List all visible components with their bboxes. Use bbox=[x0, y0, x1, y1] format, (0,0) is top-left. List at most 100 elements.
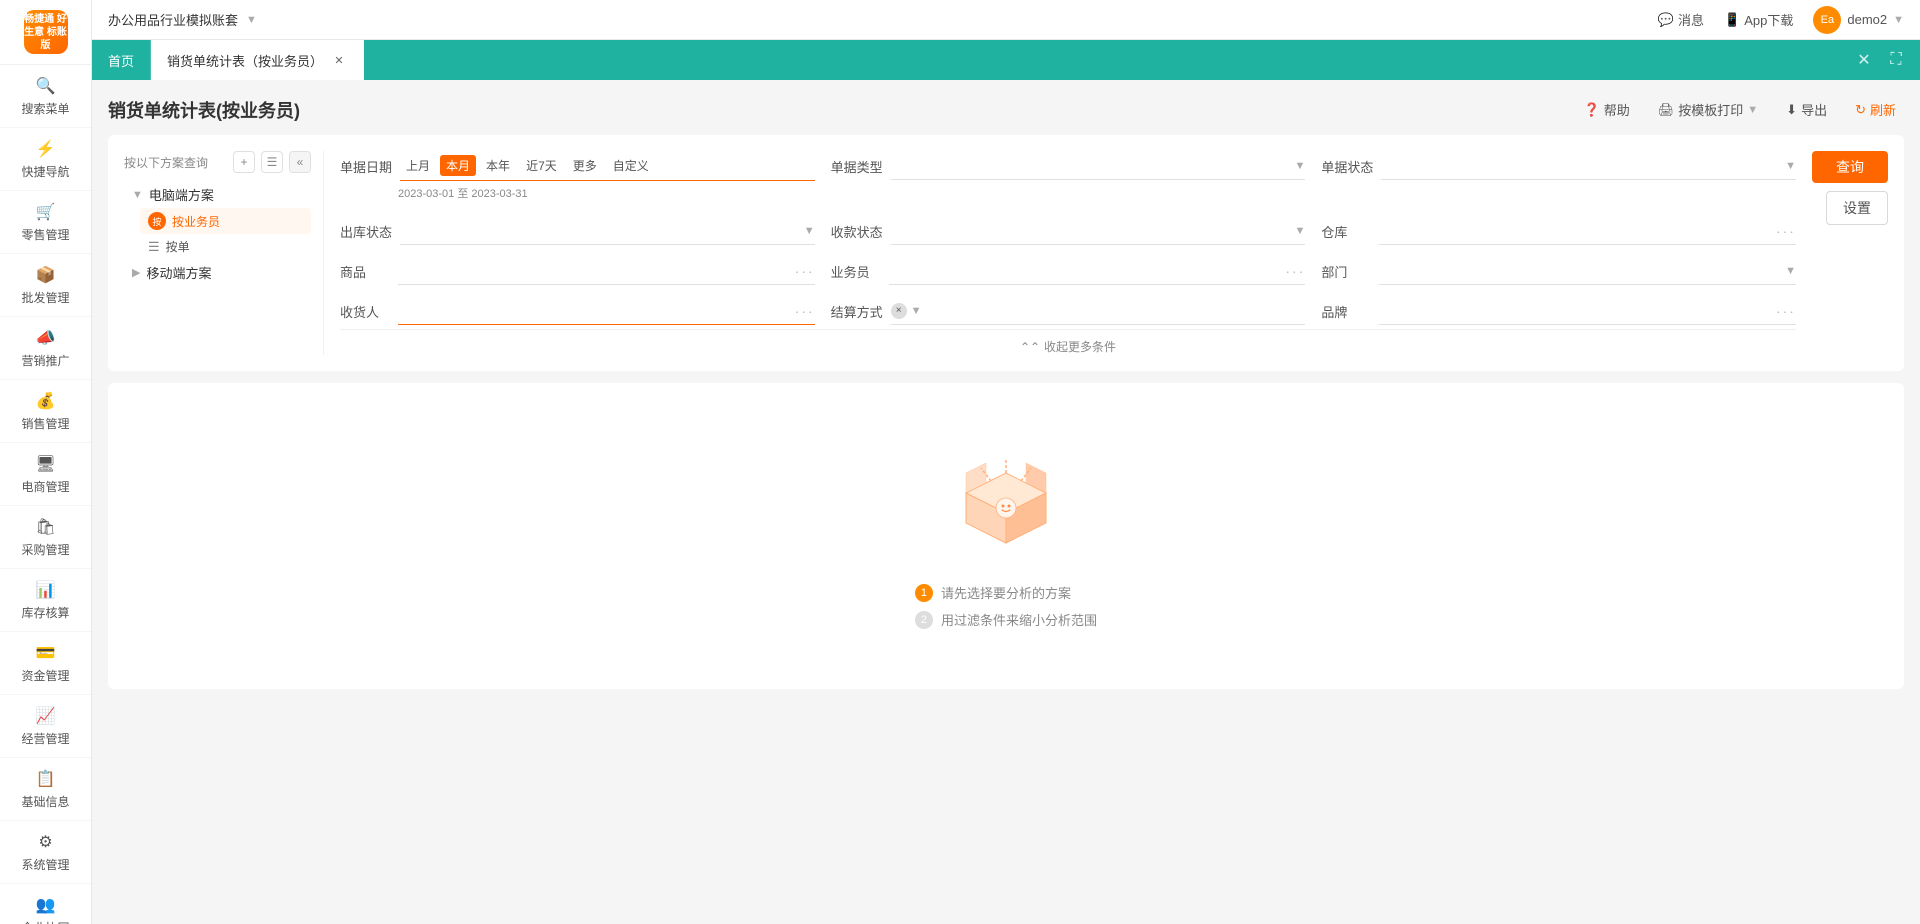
goods-control[interactable]: ··· bbox=[398, 257, 815, 285]
sidebar-item-operation[interactable]: 📈 经营管理 bbox=[0, 695, 91, 758]
warehouse-dots-icon[interactable]: ··· bbox=[1776, 223, 1796, 239]
doc-status-control[interactable]: ▼ bbox=[1381, 152, 1796, 180]
search-icon: 🔍 bbox=[35, 75, 57, 97]
date-last-7days[interactable]: 近7天 bbox=[520, 155, 563, 176]
empty-state: 1 请先选择要分析的方案 2 用过滤条件来缩小分析范围 bbox=[108, 383, 1904, 689]
filter-panel: 按以下方案查询 + ☰ « ▼ 电脑端方案 bbox=[108, 135, 1904, 371]
sidebar-item-wholesale[interactable]: 📦 批发管理 bbox=[0, 254, 91, 317]
goods-label: 商品 bbox=[340, 262, 390, 281]
warehouse-control[interactable]: ··· bbox=[1379, 217, 1796, 245]
settlement-control[interactable]: × ▼ bbox=[891, 297, 1306, 325]
settlement-arrow-icon: ▼ bbox=[911, 305, 922, 317]
brand-dots-icon[interactable]: ··· bbox=[1776, 303, 1796, 319]
app-download-btn[interactable]: 📱 App下载 bbox=[1724, 10, 1793, 29]
sidebar-item-inventory[interactable]: 📊 库存核算 bbox=[0, 569, 91, 632]
warehouse-label: 仓库 bbox=[1321, 222, 1371, 241]
date-label: 单据日期 bbox=[340, 157, 392, 176]
filter-row-1: 单据日期 上月 本月 本年 近7天 更多 bbox=[340, 151, 1796, 181]
consignee-control[interactable]: ··· bbox=[398, 297, 815, 325]
manage-scheme-btn[interactable]: ☰ bbox=[261, 151, 283, 173]
refresh-btn[interactable]: ↻ 刷新 bbox=[1847, 96, 1904, 123]
tab-report[interactable]: 销货单统计表（按业务员） ✕ bbox=[151, 40, 364, 80]
brand-control[interactable]: ··· bbox=[1379, 297, 1796, 325]
sidebar-item-search[interactable]: 🔍 搜索菜单 bbox=[0, 65, 91, 128]
doc-type-label: 单据类型 bbox=[831, 157, 883, 176]
header-right: 💬 消息 📱 App下载 Ea demo2 ▼ bbox=[1658, 6, 1904, 34]
message-icon: 💬 bbox=[1658, 12, 1674, 28]
sidebar-label-marketing: 营销推广 bbox=[21, 352, 69, 369]
date-last-month[interactable]: 上月 bbox=[400, 155, 436, 176]
dept-arrow-icon: ▼ bbox=[1785, 265, 1796, 277]
sidebar-label-finance: 资金管理 bbox=[21, 667, 69, 684]
sidebar-item-corp[interactable]: 👥 企业协同 bbox=[0, 884, 91, 924]
sidebar-item-marketing[interactable]: 📣 营销推广 bbox=[0, 317, 91, 380]
message-btn[interactable]: 💬 消息 bbox=[1658, 10, 1704, 29]
top-header: 办公用品行业模拟账套 ▼ 💬 消息 📱 App下载 Ea demo2 ▼ bbox=[92, 0, 1920, 40]
date-this-year[interactable]: 本年 bbox=[480, 155, 516, 176]
consignee-dots-icon[interactable]: ··· bbox=[795, 303, 815, 319]
workspace-arrow[interactable]: ▼ bbox=[246, 14, 257, 26]
sidebar-item-system[interactable]: ⚙ 系统管理 bbox=[0, 821, 91, 884]
doc-type-control[interactable]: ▼ bbox=[891, 152, 1306, 180]
dept-control[interactable]: ▼ bbox=[1379, 257, 1796, 285]
salesperson-control[interactable]: ··· bbox=[889, 257, 1306, 285]
date-control[interactable]: 上月 本月 本年 近7天 更多 自定义 bbox=[400, 151, 815, 181]
sidebar-label-wholesale: 批发管理 bbox=[21, 289, 69, 306]
marketing-icon: 📣 bbox=[35, 327, 57, 349]
doc-status-label: 单据状态 bbox=[1321, 157, 1373, 176]
tab-home-label: 首页 bbox=[108, 51, 134, 70]
help-btn[interactable]: ❓ 帮助 bbox=[1576, 96, 1638, 123]
tree-doc-item[interactable]: ☰ 按单 bbox=[140, 234, 311, 259]
salesperson-dots-icon[interactable]: ··· bbox=[1285, 263, 1305, 279]
filter-with-btn: 单据日期 上月 本月 本年 近7天 更多 bbox=[340, 151, 1888, 355]
filter-action-buttons: 查询 设置 bbox=[1812, 151, 1888, 225]
receipt-status-label: 收款状态 bbox=[831, 222, 883, 241]
close-tab-btn[interactable]: ✕ bbox=[1852, 48, 1876, 72]
sidebar-label-shortcut: 快捷导航 bbox=[21, 163, 69, 180]
settlement-field: 结算方式 × ▼ bbox=[831, 297, 1306, 325]
empty-steps: 1 请先选择要分析的方案 2 用过滤条件来缩小分析范围 bbox=[915, 583, 1097, 629]
settlement-tag-close-icon[interactable]: × bbox=[891, 303, 907, 319]
date-this-month[interactable]: 本月 bbox=[440, 155, 476, 176]
warehouse-field: 仓库 ··· bbox=[1321, 217, 1796, 245]
tab-home[interactable]: 首页 bbox=[92, 40, 151, 80]
tree-salesperson-item[interactable]: 按 按业务员 bbox=[140, 208, 311, 234]
tree-mobile-item[interactable]: ▶ 移动端方案 bbox=[124, 259, 311, 286]
collapse-filters-btn[interactable]: ⌃⌃ 收起更多条件 bbox=[340, 329, 1796, 355]
avatar: Ea bbox=[1813, 6, 1841, 34]
sidebar-item-base[interactable]: 📋 基础信息 bbox=[0, 758, 91, 821]
sidebar-item-purchase[interactable]: 🛍 采购管理 bbox=[0, 506, 91, 569]
step-1-num: 1 bbox=[915, 584, 933, 602]
brand-field: 品牌 ··· bbox=[1321, 297, 1796, 325]
goods-dots-icon[interactable]: ··· bbox=[795, 263, 815, 279]
print-icon: 🖨 bbox=[1658, 102, 1675, 118]
template-print-btn[interactable]: 🖨 按模板打印 ▼ bbox=[1650, 96, 1766, 123]
query-btn[interactable]: 查询 bbox=[1812, 151, 1888, 183]
sidebar-label-base: 基础信息 bbox=[21, 793, 69, 810]
export-btn[interactable]: ⬇ 导出 bbox=[1778, 96, 1835, 123]
sidebar-item-ecommerce[interactable]: 🖥 电商管理 bbox=[0, 443, 91, 506]
sidebar-label-system: 系统管理 bbox=[21, 856, 69, 873]
date-more[interactable]: 更多 bbox=[567, 155, 603, 176]
workspace-title: 办公用品行业模拟账套 bbox=[108, 10, 238, 29]
dept-label: 部门 bbox=[1321, 262, 1371, 281]
collapse-scheme-btn[interactable]: « bbox=[289, 151, 311, 173]
date-field: 单据日期 上月 本月 本年 近7天 更多 bbox=[340, 151, 815, 181]
sidebar-item-sales[interactable]: 💰 销售管理 bbox=[0, 380, 91, 443]
sidebar-item-retail[interactable]: 🛒 零售管理 bbox=[0, 191, 91, 254]
doc-status-field: 单据状态 ▼ bbox=[1321, 152, 1796, 180]
tab-close-icon[interactable]: ✕ bbox=[331, 52, 347, 68]
system-icon: ⚙ bbox=[35, 831, 57, 853]
add-scheme-btn[interactable]: + bbox=[233, 151, 255, 173]
page-actions: ❓ 帮助 🖨 按模板打印 ▼ ⬇ 导出 ↻ 刷新 bbox=[1576, 96, 1904, 123]
sidebar-item-shortcut[interactable]: ⚡ 快捷导航 bbox=[0, 128, 91, 191]
settings-btn[interactable]: 设置 bbox=[1826, 191, 1888, 225]
out-status-control[interactable]: ▼ bbox=[400, 217, 815, 245]
user-menu[interactable]: Ea demo2 ▼ bbox=[1813, 6, 1904, 34]
sidebar-item-finance[interactable]: 💳 资金管理 bbox=[0, 632, 91, 695]
collapse-up-icon: ⌃⌃ bbox=[1020, 340, 1040, 354]
fullscreen-btn[interactable]: ⛶ bbox=[1884, 48, 1908, 72]
tree-desktop-item[interactable]: ▼ 电脑端方案 bbox=[124, 181, 311, 208]
date-custom[interactable]: 自定义 bbox=[607, 155, 655, 176]
receipt-status-control[interactable]: ▼ bbox=[891, 217, 1306, 245]
